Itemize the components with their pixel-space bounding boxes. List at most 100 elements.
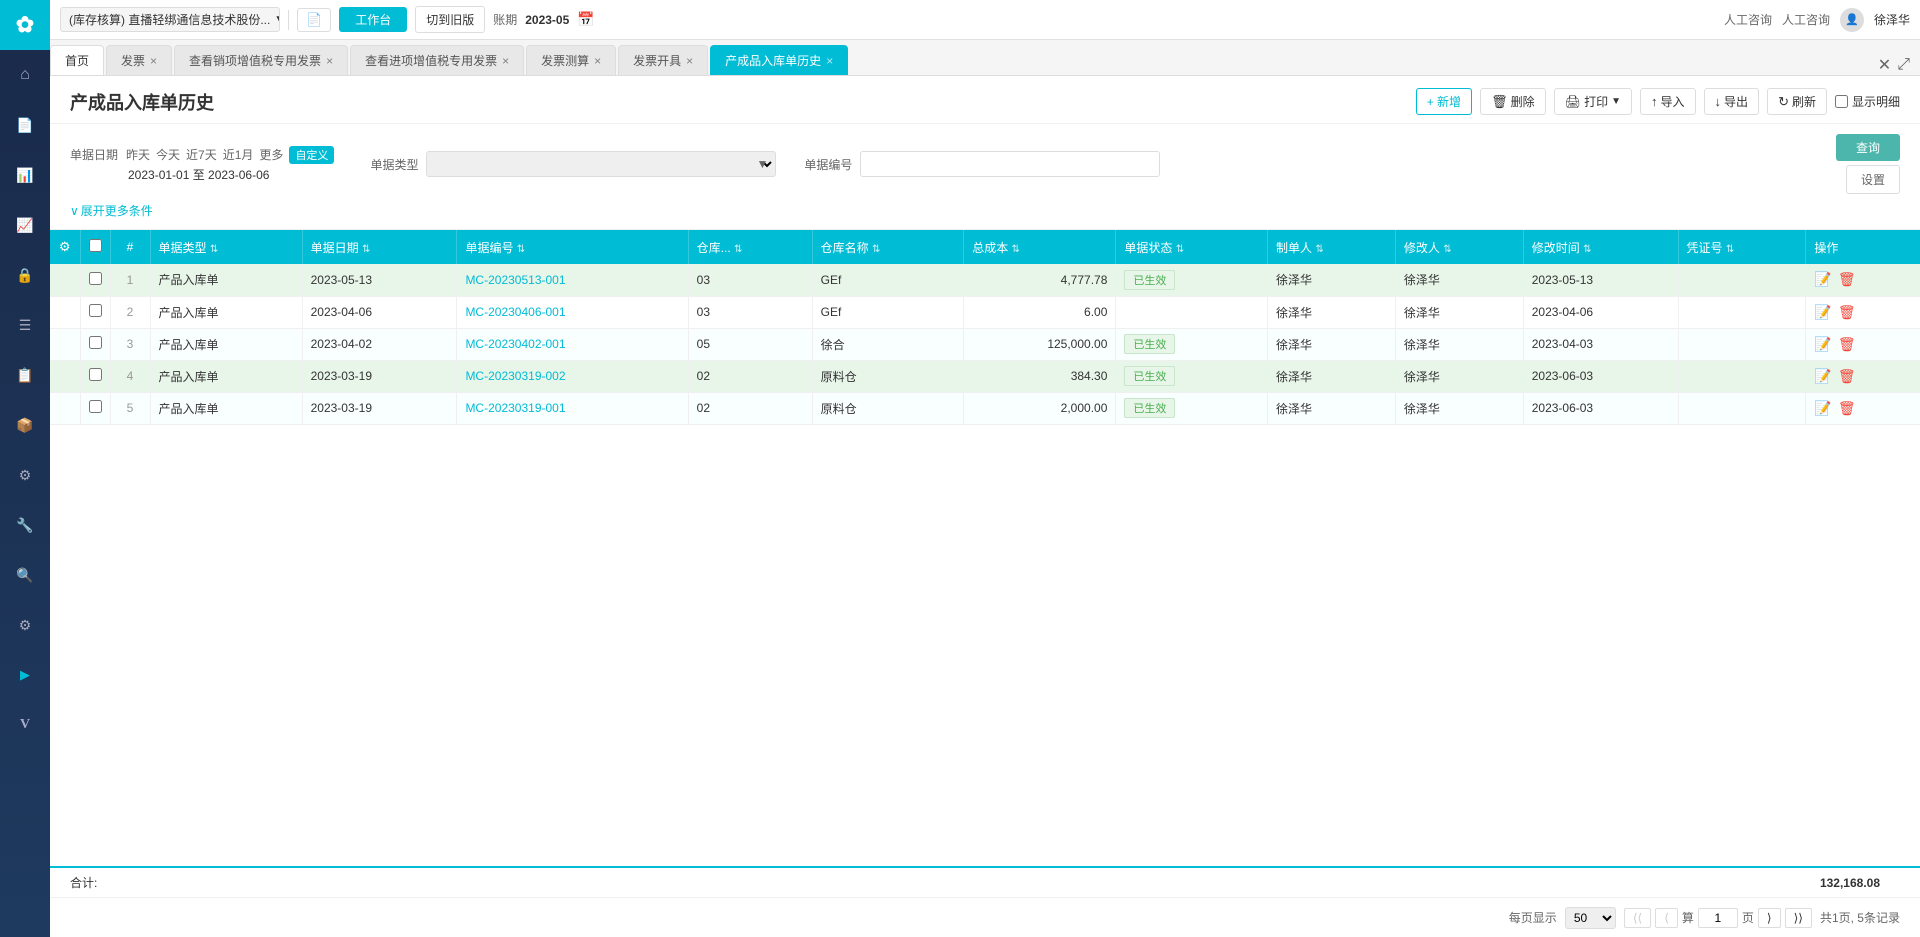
row1-num: 1 — [110, 264, 150, 296]
sidebar-item-chart[interactable]: 📊 — [0, 150, 50, 200]
sidebar-item-lock[interactable]: 🔒 — [0, 250, 50, 300]
row4-delete-icon[interactable]: 🗑 — [1838, 368, 1856, 385]
tab-invoice-open[interactable]: 发票开具 × — [618, 45, 708, 75]
sidebar-item-search[interactable]: 🔍 — [0, 550, 50, 600]
workbench-button[interactable]: 工作台 — [339, 7, 407, 32]
col-doc-date-header[interactable]: 单据日期 ⇅ — [302, 230, 457, 264]
page-last-btn[interactable]: ⟩⟩ — [1785, 908, 1812, 928]
row4-checkbox[interactable] — [80, 360, 110, 392]
sidebar-item-tool[interactable]: 🔧 — [0, 500, 50, 550]
sidebar-item-play[interactable]: ▶ — [0, 650, 50, 700]
page-prev-btn[interactable]: ⟨ — [1655, 908, 1678, 928]
col-checkbox[interactable] — [80, 230, 110, 264]
col-modifier-header[interactable]: 修改人 ⇅ — [1395, 230, 1523, 264]
delete-button[interactable]: 🗑 删除 — [1480, 88, 1546, 115]
company-dropdown-icon[interactable]: ▼ — [274, 14, 280, 25]
row1-delete-icon[interactable]: 🗑 — [1838, 271, 1856, 288]
tab-invoice-calc[interactable]: 发票测算 × — [526, 45, 616, 75]
col-voucher-num-header[interactable]: 凭证号 ⇅ — [1678, 230, 1806, 264]
tab-purchase-vat-close[interactable]: × — [502, 54, 509, 68]
row5-delete-icon[interactable]: 🗑 — [1838, 400, 1856, 417]
tab-invoice[interactable]: 发票 × — [106, 45, 172, 75]
sidebar-item-menu[interactable]: ☰ — [0, 300, 50, 350]
support-btn[interactable]: 人工咨询 — [1724, 11, 1772, 28]
export-button[interactable]: ↓ 导出 — [1704, 88, 1760, 115]
tab-invoice-close[interactable]: × — [150, 54, 157, 68]
row3-checkbox[interactable] — [80, 328, 110, 360]
row3-edit-icon[interactable]: 📝 — [1814, 336, 1831, 353]
company-selector[interactable]: (库存核算) 直播轻绑通信息技术股份... ▼ — [60, 7, 280, 32]
query-button[interactable]: 查询 — [1836, 134, 1900, 161]
col-total-cost-header[interactable]: 总成本 ⇅ — [964, 230, 1116, 264]
shortcut-7days[interactable]: 近7天 — [186, 146, 217, 163]
sidebar-item-home[interactable]: ⌂ — [0, 50, 50, 100]
expand-filter-btn[interactable]: ∨ 展开更多条件 — [70, 202, 1900, 219]
doc-template-btn[interactable]: 📄 — [297, 8, 331, 32]
user-name[interactable]: 徐泽华 — [1874, 11, 1910, 28]
row4-modify-time: 2023-06-03 — [1523, 360, 1678, 392]
new-button[interactable]: + 新增 — [1416, 88, 1472, 115]
show-detail-checkbox[interactable]: 显示明细 — [1835, 93, 1900, 110]
filter-doc-num-input[interactable] — [860, 151, 1160, 177]
shortcut-1month[interactable]: 近1月 — [223, 146, 254, 163]
col-doc-status-header[interactable]: 单据状态 ⇅ — [1116, 230, 1268, 264]
select-all-checkbox[interactable] — [89, 239, 102, 252]
row4-edit-icon[interactable]: 📝 — [1814, 368, 1831, 385]
row3-delete-icon[interactable]: 🗑 — [1838, 336, 1856, 353]
sidebar-item-bill[interactable]: 📋 — [0, 350, 50, 400]
shortcut-more[interactable]: 更多 — [259, 146, 283, 163]
print-dropdown-icon[interactable]: ▼ — [1611, 96, 1621, 107]
filter-date-range[interactable]: 2023-01-01 至 2023-06-06 — [128, 166, 334, 183]
row1-checkbox[interactable] — [80, 264, 110, 296]
row5-edit-icon[interactable]: 📝 — [1814, 400, 1831, 417]
tab-sales-vat-close[interactable]: × — [326, 54, 333, 68]
support-label[interactable]: 人工咨询 — [1782, 11, 1830, 28]
column-settings-icon[interactable]: ⚙ — [59, 239, 71, 254]
shortcut-today[interactable]: 今天 — [156, 146, 180, 163]
row2-checkbox[interactable] — [80, 296, 110, 328]
sidebar-item-settings[interactable]: ⚙ — [0, 450, 50, 500]
pagination: 每页显示 50 100 200 ⟨⟨ ⟨ 算 页 ⟩ ⟩⟩ 共1页, 5条记录 — [50, 897, 1920, 937]
sidebar-item-box[interactable]: 📦 — [0, 400, 50, 450]
shortcut-custom[interactable]: 自定义 — [289, 146, 334, 164]
calendar-icon[interactable]: 📅 — [577, 11, 594, 28]
row5-checkbox[interactable] — [80, 392, 110, 424]
row2-edit-icon[interactable]: 📝 — [1814, 304, 1831, 321]
tabbar: 首页 发票 × 查看销项增值税专用发票 × 查看进项增值税专用发票 × 发票测算… — [50, 40, 1920, 76]
filter-doc-type-label: 单据类型 — [370, 156, 418, 173]
col-settings[interactable]: ⚙ — [50, 230, 80, 264]
col-doc-type-header[interactable]: 单据类型 ⇅ — [150, 230, 302, 264]
tab-expand-btn[interactable]: ⤢ — [1897, 56, 1910, 74]
row1-voucher-num — [1678, 264, 1806, 296]
tab-purchase-vat[interactable]: 查看进项增值税专用发票 × — [350, 45, 524, 75]
page-number-input[interactable] — [1698, 908, 1738, 928]
col-warehouse-code-header[interactable]: 仓库... ⇅ — [688, 230, 812, 264]
tab-product-history[interactable]: 产成品入库单历史 × — [710, 45, 848, 75]
refresh-button[interactable]: ↻ 刷新 — [1767, 88, 1827, 115]
tab-sales-vat[interactable]: 查看销项增值税专用发票 × — [174, 45, 348, 75]
sidebar-item-analytics[interactable]: 📈 — [0, 200, 50, 250]
switch-version-button[interactable]: 切到旧版 — [415, 6, 485, 33]
tab-invoice-open-close[interactable]: × — [686, 54, 693, 68]
col-modify-time-header[interactable]: 修改时间 ⇅ — [1523, 230, 1678, 264]
import-button[interactable]: ↑ 导入 — [1640, 88, 1696, 115]
tab-home[interactable]: 首页 — [50, 45, 104, 75]
col-creator-header[interactable]: 制单人 ⇅ — [1267, 230, 1395, 264]
row2-delete-icon[interactable]: 🗑 — [1838, 304, 1856, 321]
col-doc-num-header[interactable]: 单据编号 ⇅ — [457, 230, 688, 264]
tab-product-history-close[interactable]: × — [826, 54, 833, 68]
sidebar-item-v[interactable]: V — [0, 700, 50, 750]
row1-edit-icon[interactable]: 📝 — [1814, 271, 1831, 288]
col-warehouse-name-header[interactable]: 仓库名称 ⇅ — [812, 230, 964, 264]
page-next-btn[interactable]: ⟩ — [1758, 908, 1781, 928]
page-first-btn[interactable]: ⟨⟨ — [1624, 908, 1651, 928]
per-page-select[interactable]: 50 100 200 — [1565, 907, 1616, 929]
filter-doc-type-select[interactable] — [426, 151, 776, 177]
tab-invoice-calc-close[interactable]: × — [594, 54, 601, 68]
sidebar-item-gear2[interactable]: ⚙ — [0, 600, 50, 650]
sidebar-item-doc[interactable]: 📄 — [0, 100, 50, 150]
print-button[interactable]: 🖨 打印 ▼ — [1554, 88, 1632, 115]
set-button[interactable]: 设置 — [1846, 165, 1900, 194]
tab-close-all-btn[interactable]: ✕ — [1878, 55, 1891, 75]
shortcut-yesterday[interactable]: 昨天 — [126, 146, 150, 163]
